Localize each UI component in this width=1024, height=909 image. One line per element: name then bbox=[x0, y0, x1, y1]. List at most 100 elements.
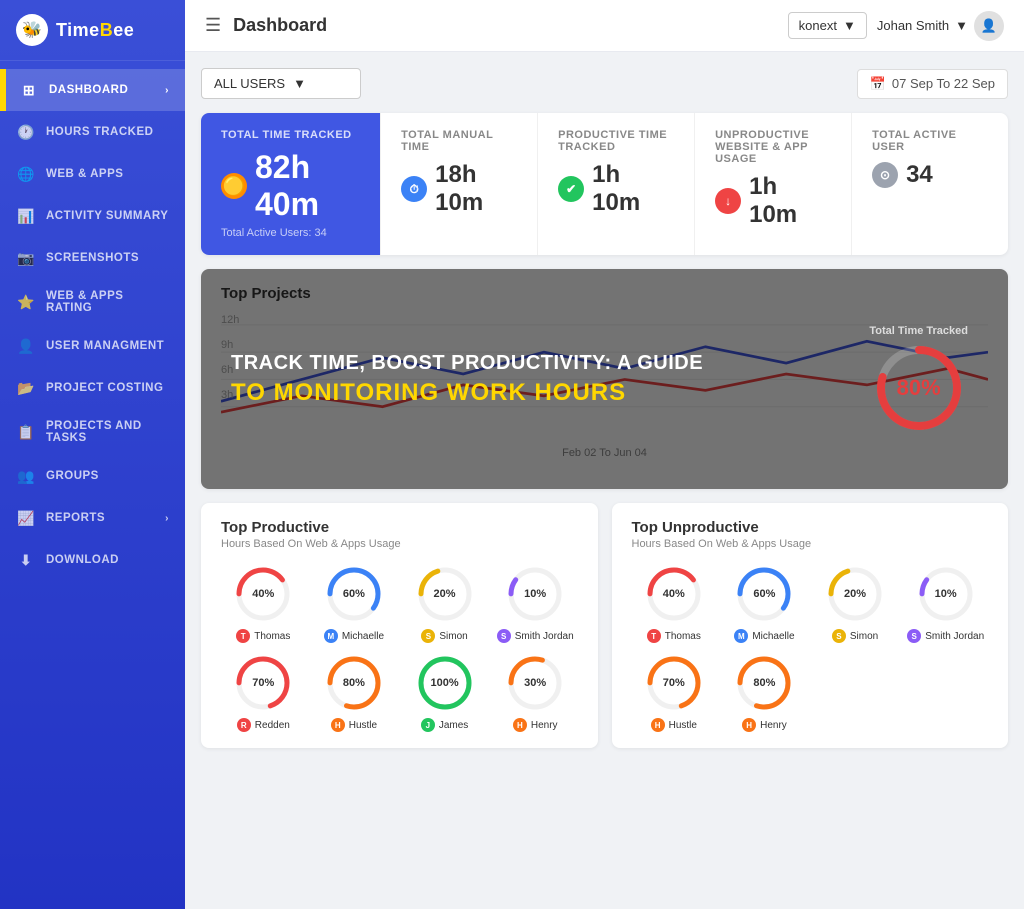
stat-icon: ✔ bbox=[558, 176, 584, 202]
stat-unproductive: Unproductive Website & App Usage ↓ 1h 10… bbox=[695, 113, 852, 255]
user-circle-wrap: 20% bbox=[825, 564, 885, 624]
user-circle-wrap: 40% bbox=[233, 564, 293, 624]
user-name: Simon bbox=[850, 631, 878, 642]
user-dot: S bbox=[421, 629, 435, 643]
user-dot: H bbox=[331, 718, 345, 732]
stat-icon: ⏱ bbox=[401, 176, 427, 202]
user-percent: 30% bbox=[524, 677, 546, 689]
dashboard-icon: ⊞ bbox=[19, 80, 39, 100]
unproductive-title: Top Unproductive bbox=[632, 519, 989, 536]
sidebar-item-download[interactable]: ⬇ DOWNLOAD bbox=[0, 539, 185, 581]
user-item: 40% T Thomas bbox=[632, 564, 717, 643]
user-name: Smith Jordan bbox=[925, 631, 984, 642]
company-dropdown[interactable]: konext ▼ bbox=[788, 12, 867, 39]
user-circle-wrap: 100% bbox=[415, 653, 475, 713]
reports-icon: 📈 bbox=[16, 508, 36, 528]
user-circle-wrap: 20% bbox=[415, 564, 475, 624]
sidebar-item-user-management[interactable]: 👤 USER MANAGMENT bbox=[0, 325, 185, 367]
stat-manual-time: Total Manual Time ⏱ 18h 10m bbox=[381, 113, 538, 255]
user-circle-wrap: 60% bbox=[734, 564, 794, 624]
sidebar-item-label: DOWNLOAD bbox=[46, 554, 119, 566]
user-circle-wrap: 80% bbox=[734, 653, 794, 713]
chevron-down-icon: ▼ bbox=[293, 76, 306, 91]
user-name-badge: S Smith Jordan bbox=[907, 629, 984, 643]
hours-tracked-icon: 🕐 bbox=[16, 122, 36, 142]
user-name: Henry bbox=[531, 720, 558, 731]
user-percent: 20% bbox=[434, 588, 456, 600]
chevron-down-icon: ▼ bbox=[955, 18, 968, 33]
user-dot: T bbox=[647, 629, 661, 643]
sidebar-item-label: HOURS TRACKED bbox=[46, 126, 153, 138]
user-circle-wrap: 40% bbox=[644, 564, 704, 624]
filter-row: ALL USERS ▼ 📅 07 Sep To 22 Sep bbox=[201, 68, 1008, 99]
overlay-line1: TRACK TIME, BOOST PRODUCTIVITY: A GUIDE bbox=[231, 352, 703, 375]
sidebar-item-label: REPORTS bbox=[46, 512, 105, 524]
user-dot: M bbox=[734, 629, 748, 643]
user-percent: 70% bbox=[252, 677, 274, 689]
user-percent: 10% bbox=[935, 588, 957, 600]
user-dot: H bbox=[742, 718, 756, 732]
user-item: 10% S Smith Jordan bbox=[493, 564, 578, 643]
user-circle-wrap: 10% bbox=[505, 564, 565, 624]
sidebar-item-web-apps[interactable]: 🌐 WEB & APPS bbox=[0, 153, 185, 195]
user-name-badge: M Michaelle bbox=[324, 629, 384, 643]
sidebar-item-hours-tracked[interactable]: 🕐 HOURS TRACKED bbox=[0, 111, 185, 153]
sidebar-item-label: SCREENSHOTS bbox=[46, 252, 139, 264]
stat-icon: ↓ bbox=[715, 188, 741, 214]
sidebar-item-activity-summary[interactable]: 📊 ACTIVITY SUMMARY bbox=[0, 195, 185, 237]
user-item: 80% H Henry bbox=[722, 653, 807, 732]
user-dot: S bbox=[832, 629, 846, 643]
user-item: 70% R Redden bbox=[221, 653, 306, 732]
user-name: Hustle bbox=[669, 720, 697, 731]
user-name-badge: M Michaelle bbox=[734, 629, 794, 643]
sidebar-item-label: GROUPS bbox=[46, 470, 99, 482]
page-title: Dashboard bbox=[233, 15, 788, 36]
chevron-down-icon: ▼ bbox=[843, 18, 856, 33]
sidebar-item-reports[interactable]: 📈 REPORTS › bbox=[0, 497, 185, 539]
screenshots-icon: 📷 bbox=[16, 248, 36, 268]
activity-summary-icon: 📊 bbox=[16, 206, 36, 226]
user-name: Simon bbox=[439, 631, 467, 642]
user-name: Hustle bbox=[349, 720, 377, 731]
productive-title: Top Productive bbox=[221, 519, 578, 536]
stat-value: 🟡 82h 40m bbox=[221, 149, 360, 223]
stat-active-users: Total Active User ⊙ 34 bbox=[852, 113, 1008, 255]
user-percent: 80% bbox=[753, 677, 775, 689]
calendar-icon: 📅 bbox=[870, 76, 886, 92]
user-name: Johan Smith bbox=[877, 18, 949, 33]
user-percent: 80% bbox=[343, 677, 365, 689]
user-management-icon: 👤 bbox=[16, 336, 36, 356]
productive-subtitle: Hours Based On Web & Apps Usage bbox=[221, 538, 578, 550]
sidebar-item-project-costing[interactable]: 📂 PROJECT COSTING bbox=[0, 367, 185, 409]
sidebar-item-groups[interactable]: 👥 GROUPS bbox=[0, 455, 185, 497]
sidebar-item-projects-tasks[interactable]: 📋 PROJECTS AND TASKS bbox=[0, 409, 185, 455]
user-percent: 60% bbox=[753, 588, 775, 600]
user-name-badge: H Henry bbox=[742, 718, 787, 732]
user-name-badge: T Thomas bbox=[236, 629, 290, 643]
menu-icon[interactable]: ☰ bbox=[205, 15, 221, 36]
user-dot: R bbox=[237, 718, 251, 732]
topbar-right: konext ▼ Johan Smith ▼ 👤 bbox=[788, 11, 1004, 41]
users-filter[interactable]: ALL USERS ▼ bbox=[201, 68, 361, 99]
sidebar-item-dashboard[interactable]: ⊞ DASHBOARD › bbox=[0, 69, 185, 111]
user-item: 30% H Henry bbox=[493, 653, 578, 732]
user-menu[interactable]: Johan Smith ▼ 👤 bbox=[877, 11, 1004, 41]
user-circle-wrap: 70% bbox=[644, 653, 704, 713]
stat-label: Unproductive Website & App Usage bbox=[715, 129, 831, 165]
avatar: 👤 bbox=[974, 11, 1004, 41]
user-percent: 10% bbox=[524, 588, 546, 600]
user-percent: 20% bbox=[844, 588, 866, 600]
user-dot: S bbox=[907, 629, 921, 643]
date-range-picker[interactable]: 📅 07 Sep To 22 Sep bbox=[857, 69, 1008, 99]
sidebar-item-web-apps-rating[interactable]: ⭐ WEB & APPS RATING bbox=[0, 279, 185, 325]
web-apps-rating-icon: ⭐ bbox=[16, 292, 36, 312]
sidebar-item-label: USER MANAGMENT bbox=[46, 340, 164, 352]
logo-icon: 🐝 bbox=[16, 14, 48, 46]
sidebar-item-label: PROJECTS AND TASKS bbox=[46, 420, 169, 444]
unproductive-users-grid: 40% T Thomas 60% M Michaelle 20% S bbox=[632, 564, 989, 732]
user-name-badge: T Thomas bbox=[647, 629, 701, 643]
circle-gauge: 80% bbox=[874, 343, 964, 433]
user-percent: 70% bbox=[663, 677, 685, 689]
sidebar-item-screenshots[interactable]: 📷 SCREENSHOTS bbox=[0, 237, 185, 279]
chevron-right-icon: › bbox=[165, 513, 169, 524]
